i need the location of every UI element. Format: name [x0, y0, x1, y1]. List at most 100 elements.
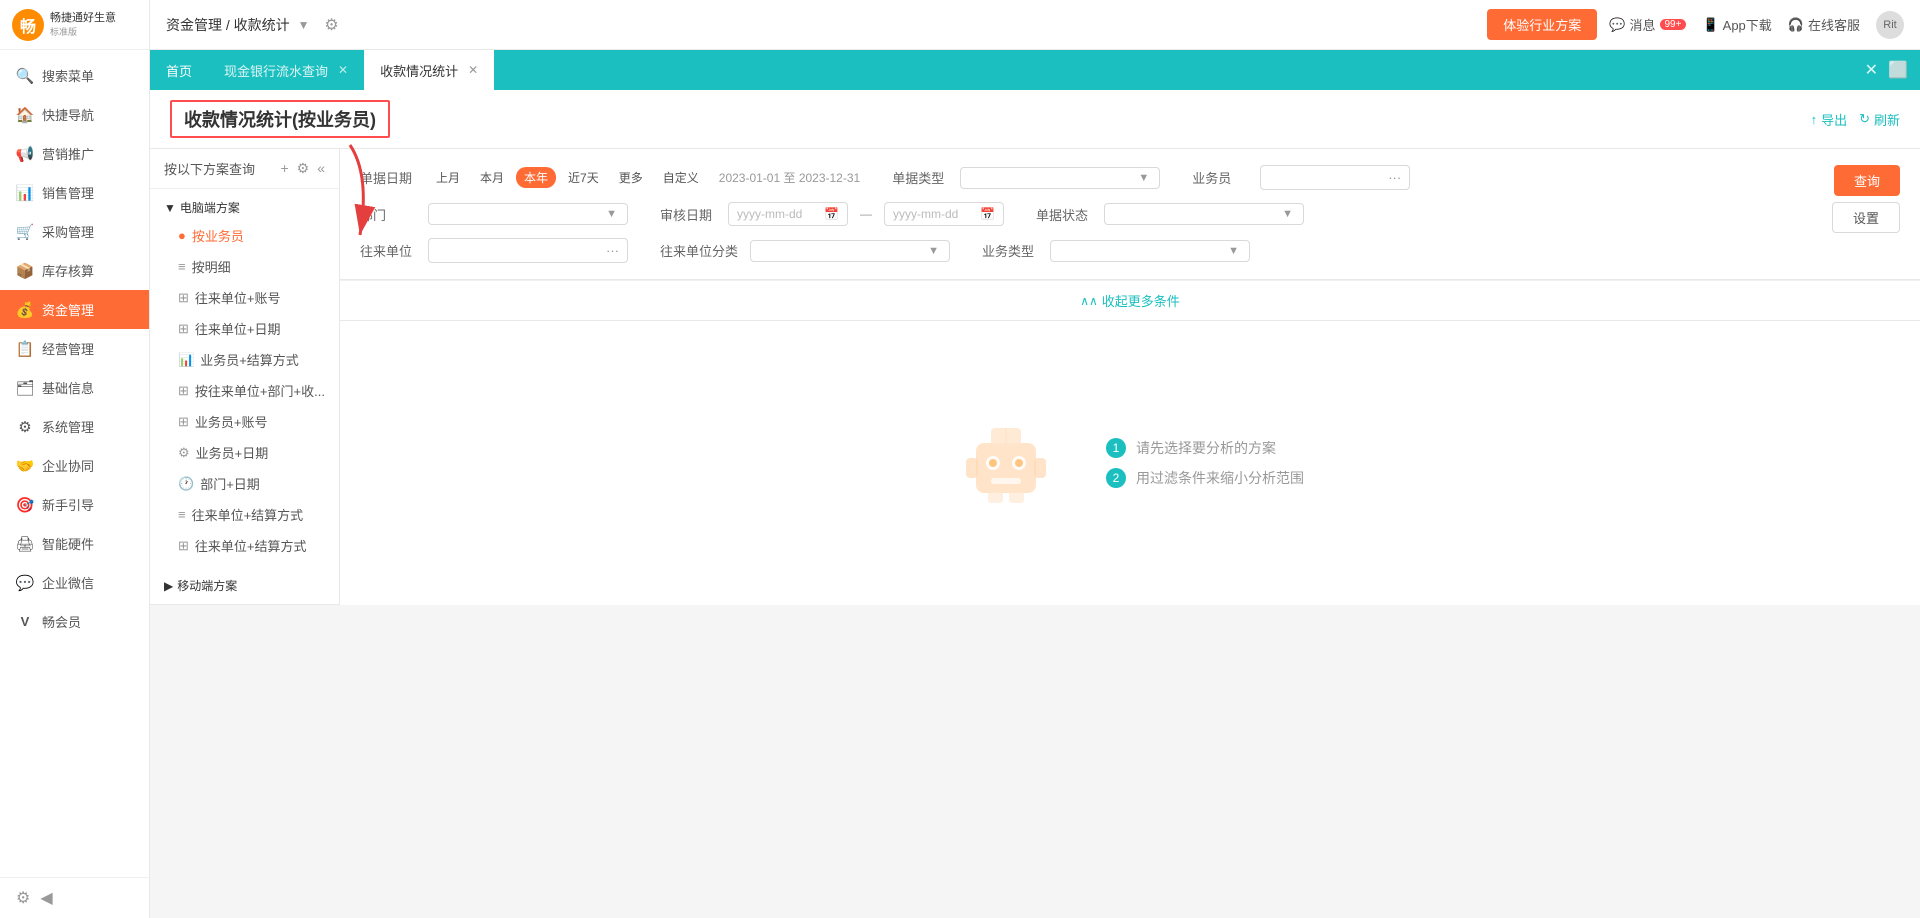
- sidebar-item-marketing[interactable]: 📢 营销推广: [0, 134, 149, 173]
- mobile-group-title[interactable]: ▶ 移动端方案: [150, 573, 339, 598]
- left-panel-title: 按以下方案查询: [164, 159, 255, 178]
- page-title: 收款情况统计(按业务员): [184, 110, 376, 130]
- biz-type-arrow-icon: ▼: [1228, 245, 1239, 257]
- desktop-scheme-group: ▼ 电脑端方案 ● 按业务员 ≡ 按明细 ⊞ 往: [150, 189, 339, 567]
- partner-category-label: 往来单位分类: [660, 241, 738, 260]
- empty-illustration: [956, 413, 1056, 513]
- group-arrow-icon: ▼: [164, 201, 176, 215]
- settings-bottom-icon[interactable]: ⚙: [16, 888, 30, 908]
- tab-bank[interactable]: 现金银行流水查询 ✕: [208, 50, 364, 90]
- gear-scheme-icon[interactable]: ⚙: [297, 160, 310, 177]
- sidebar-item-member[interactable]: V 畅会员: [0, 602, 149, 641]
- sidebar: 畅 畅捷通好生意 标准版 🔍 搜索菜单 🏠 快捷导航 📢 营销推广 📊: [0, 0, 150, 918]
- shortcut-custom[interactable]: 自定义: [655, 167, 707, 188]
- scheme-by-detail[interactable]: ≡ 按明细: [150, 251, 339, 282]
- collapse-btn[interactable]: ∧∧ 收起更多条件: [1080, 291, 1180, 310]
- scheme-unit-dept-collection[interactable]: ⊞ 按往来单位+部门+收...: [150, 375, 339, 406]
- add-scheme-icon[interactable]: +: [280, 160, 288, 177]
- message-btn[interactable]: 💬 消息 99+: [1609, 15, 1686, 34]
- tab-bank-close[interactable]: ✕: [338, 63, 348, 77]
- review-date-end[interactable]: yyyy-mm-dd 📅: [884, 202, 1004, 226]
- online-service-btn[interactable]: 🎧 在线客服: [1788, 15, 1860, 34]
- scheme-unit-account[interactable]: ⊞ 往来单位+账号: [150, 282, 339, 313]
- settings-filter-btn[interactable]: 设置: [1832, 202, 1900, 233]
- scheme-unit-date[interactable]: ⊞ 往来单位+日期: [150, 313, 339, 344]
- left-panel-action-btns: + ⚙ «: [280, 160, 325, 177]
- empty-step-2: 2 用过滤条件来缩小分析范围: [1106, 468, 1304, 488]
- query-btn[interactable]: 查询: [1834, 165, 1900, 196]
- enterprise-icon: 🤝: [16, 457, 34, 475]
- biz-type-select[interactable]: ▼: [1050, 240, 1250, 262]
- settings-icon[interactable]: ⚙: [318, 11, 346, 39]
- tab-collection-close[interactable]: ✕: [468, 63, 478, 77]
- sidebar-item-sales[interactable]: 📊 销售管理: [0, 173, 149, 212]
- app-download-btn[interactable]: 📱 App下载: [1702, 15, 1771, 34]
- tab-collection[interactable]: 收款情况统计 ✕: [364, 50, 494, 90]
- scheme-salesman-date[interactable]: ⚙ 业务员+日期: [150, 437, 339, 468]
- window-close-icon[interactable]: ✕: [1865, 60, 1878, 80]
- refresh-btn[interactable]: ↻ 刷新: [1859, 110, 1900, 129]
- tab-bar-right: ✕ ⬜: [1865, 60, 1920, 80]
- date-shortcut-group: 上月 本月 本年 近7天 更多 自定义: [428, 167, 707, 188]
- scheme-unit-settlement1[interactable]: ≡ 往来单位+结算方式: [150, 499, 339, 530]
- salesman-dots-icon: ···: [1388, 170, 1401, 185]
- date-range-text: 2023-01-01 至 2023-12-31: [719, 169, 860, 186]
- refresh-icon: ↻: [1859, 111, 1870, 127]
- collapse-bar[interactable]: ∧∧ 收起更多条件: [340, 280, 1920, 321]
- shortcut-this-year[interactable]: 本年: [516, 167, 556, 188]
- sidebar-item-inventory[interactable]: 📦 库存核算: [0, 251, 149, 290]
- sidebar-item-system[interactable]: ⚙ 系统管理: [0, 407, 149, 446]
- operation-icon: 📋: [16, 340, 34, 358]
- scheme-by-salesman[interactable]: ● 按业务员: [150, 220, 339, 251]
- sidebar-item-operation[interactable]: 📋 经营管理: [0, 329, 149, 368]
- sidebar-item-finance[interactable]: 💰 资金管理: [0, 290, 149, 329]
- sidebar-item-search[interactable]: 🔍 搜索菜单: [0, 56, 149, 95]
- top-bar: 资金管理 / 收款统计 ▼ ⚙ 体验行业方案 💬 消息 99+ 📱 App下载 …: [150, 0, 1920, 50]
- desktop-group-title[interactable]: ▼ 电脑端方案: [150, 195, 339, 220]
- scheme-dept-date[interactable]: 🕐 部门+日期: [150, 468, 339, 499]
- shortcut-last-month[interactable]: 上月: [428, 167, 468, 188]
- sidebar-item-hardware[interactable]: 🖨 智能硬件: [0, 524, 149, 563]
- review-date-start[interactable]: yyyy-mm-dd 📅: [728, 202, 848, 226]
- inventory-icon: 📦: [16, 262, 34, 280]
- partner-category-select[interactable]: ▼: [750, 240, 950, 262]
- trial-btn[interactable]: 体验行业方案: [1487, 9, 1597, 40]
- scheme-salesman-settlement[interactable]: 📊 业务员+结算方式: [150, 344, 339, 375]
- shortcut-this-month[interactable]: 本月: [472, 167, 512, 188]
- search-icon: 🔍: [16, 67, 34, 85]
- biz-type-label: 业务类型: [982, 241, 1038, 260]
- voucher-status-select[interactable]: ▼: [1104, 203, 1304, 225]
- sidebar-item-purchase[interactable]: 🛒 采购管理: [0, 212, 149, 251]
- window-maximize-icon[interactable]: ⬜: [1888, 60, 1908, 80]
- scheme-salesman-account[interactable]: ⊞ 业务员+账号: [150, 406, 339, 437]
- sidebar-item-basic[interactable]: 🗂 基础信息: [0, 368, 149, 407]
- page-header-actions: ↑ 导出 ↻ 刷新: [1811, 110, 1900, 129]
- user-avatar[interactable]: Rit: [1876, 11, 1904, 39]
- filter-row-1: 单据日期 上月 本月 本年 近7天 更多 自定义: [360, 165, 1900, 263]
- voucher-type-select[interactable]: ▼: [960, 167, 1160, 189]
- partner-filter-row: 往来单位 ··· 往来单位分类 ▼: [360, 238, 1816, 263]
- sidebar-item-guide[interactable]: 🎯 新手引导: [0, 485, 149, 524]
- sidebar-item-enterprise[interactable]: 🤝 企业协同: [0, 446, 149, 485]
- sidebar-item-quicknav[interactable]: 🏠 快捷导航: [0, 95, 149, 134]
- logo-text: 畅捷通好生意 标准版: [50, 11, 116, 38]
- dept-select[interactable]: ▼: [428, 203, 628, 225]
- collapse-panel-icon[interactable]: «: [317, 160, 325, 177]
- voucher-type-arrow-icon: ▼: [1138, 172, 1149, 184]
- salesman-label: 业务员: [1192, 168, 1248, 187]
- wechat-icon: 💬: [16, 574, 34, 592]
- export-btn[interactable]: ↑ 导出: [1811, 110, 1848, 129]
- collapse-up-icon: ∧∧: [1080, 294, 1098, 308]
- guide-icon: 🎯: [16, 496, 34, 514]
- sidebar-item-wechat[interactable]: 💬 企业微信: [0, 563, 149, 602]
- scheme-unit-settlement2[interactable]: ⊞ 往来单位+结算方式: [150, 530, 339, 561]
- breadcrumb: 资金管理 / 收款统计: [166, 15, 290, 35]
- shortcut-more[interactable]: 更多: [611, 167, 651, 188]
- tab-home[interactable]: 首页: [150, 50, 208, 90]
- shortcut-7days[interactable]: 近7天: [560, 167, 607, 188]
- sales-icon: 📊: [16, 184, 34, 202]
- dept-label: 部门: [360, 205, 416, 224]
- salesman-select[interactable]: ···: [1260, 165, 1410, 190]
- collapse-sidebar-icon[interactable]: ◀‍: [40, 888, 52, 908]
- partner-select[interactable]: ···: [428, 238, 628, 263]
